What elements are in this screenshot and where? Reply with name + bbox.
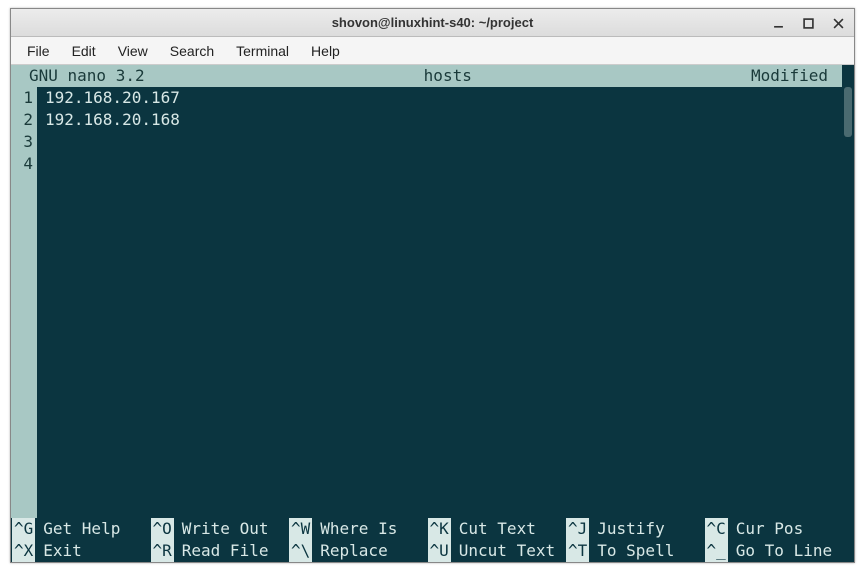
shortcut-label: To Spell — [589, 540, 674, 562]
menubar: File Edit View Search Terminal Help — [11, 37, 854, 65]
scrollbar-thumb[interactable] — [844, 87, 852, 137]
menu-file[interactable]: File — [17, 39, 60, 63]
shortcut-key: ^J — [566, 518, 589, 540]
menu-terminal[interactable]: Terminal — [226, 39, 299, 63]
menu-view[interactable]: View — [108, 39, 158, 63]
nano-filename: hosts — [145, 65, 751, 87]
shortcut-label: Exit — [35, 540, 82, 562]
close-icon[interactable] — [828, 13, 848, 33]
shortcut-replace: ^\ Replace — [288, 540, 427, 562]
shortcut-exit: ^X Exit — [11, 540, 150, 562]
shortcut-key: ^_ — [705, 540, 728, 562]
titlebar: shovon@linuxhint-s40: ~/project — [11, 9, 854, 37]
editor-body: 1 2 3 4 192.168.20.167 192.168.20.168 — [11, 87, 842, 518]
nano-version: GNU nano 3.2 — [21, 65, 145, 87]
shortcut-label: Cur Pos — [728, 518, 803, 540]
shortcut-to-spell: ^T To Spell — [565, 540, 704, 562]
minimize-icon[interactable] — [768, 13, 788, 33]
line-number: 3 — [11, 131, 33, 153]
maximize-icon[interactable] — [798, 13, 818, 33]
shortcut-key: ^X — [12, 540, 35, 562]
terminal-area[interactable]: GNU nano 3.2 hosts Modified 1 2 3 4 192.… — [11, 65, 854, 562]
line-number: 1 — [11, 87, 33, 109]
shortcut-read-file: ^R Read File — [150, 540, 289, 562]
line-number: 4 — [11, 153, 33, 175]
shortcut-cur-pos: ^C Cur Pos — [704, 518, 843, 540]
editor-line: 192.168.20.168 — [45, 109, 842, 131]
shortcut-label: Get Help — [35, 518, 120, 540]
shortcut-key: ^\ — [289, 540, 312, 562]
terminal-window: shovon@linuxhint-s40: ~/project File Edi… — [10, 8, 855, 563]
window-controls — [768, 13, 848, 33]
shortcut-label: Uncut Text — [451, 540, 555, 562]
shortcut-label: Justify — [589, 518, 664, 540]
window-title: shovon@linuxhint-s40: ~/project — [332, 15, 534, 30]
line-number: 2 — [11, 109, 33, 131]
shortcut-key: ^O — [151, 518, 174, 540]
shortcut-label: Read File — [174, 540, 269, 562]
shortcut-uncut-text: ^U Uncut Text — [427, 540, 566, 562]
shortcut-key: ^T — [566, 540, 589, 562]
shortcut-label: Cut Text — [451, 518, 536, 540]
shortcut-label: Write Out — [174, 518, 269, 540]
editor-line — [45, 153, 842, 175]
shortcut-key: ^C — [705, 518, 728, 540]
shortcut-label: Go To Line — [728, 540, 832, 562]
editor-content[interactable]: 192.168.20.167 192.168.20.168 — [37, 87, 842, 518]
editor-line — [45, 131, 842, 153]
menu-help[interactable]: Help — [301, 39, 350, 63]
shortcut-key: ^W — [289, 518, 312, 540]
shortcut-cut-text: ^K Cut Text — [427, 518, 566, 540]
shortcut-label: Where Is — [312, 518, 397, 540]
shortcut-label: Replace — [312, 540, 387, 562]
shortcut-key: ^G — [12, 518, 35, 540]
shortcut-write-out: ^O Write Out — [150, 518, 289, 540]
nano-header: GNU nano 3.2 hosts Modified — [11, 65, 842, 87]
shortcut-key: ^R — [151, 540, 174, 562]
nano-modified: Modified — [751, 65, 832, 87]
shortcut-key: ^U — [428, 540, 451, 562]
shortcut-get-help: ^G Get Help — [11, 518, 150, 540]
menu-edit[interactable]: Edit — [62, 39, 106, 63]
shortcut-where-is: ^W Where Is — [288, 518, 427, 540]
shortcut-justify: ^J Justify — [565, 518, 704, 540]
nano-footer: ^G Get Help ^O Write Out ^W Where Is ^K … — [11, 518, 842, 562]
menu-search[interactable]: Search — [160, 39, 224, 63]
shortcut-go-to-line: ^_ Go To Line — [704, 540, 843, 562]
editor-line: 192.168.20.167 — [45, 87, 842, 109]
shortcut-key: ^K — [428, 518, 451, 540]
line-gutter: 1 2 3 4 — [11, 87, 37, 518]
